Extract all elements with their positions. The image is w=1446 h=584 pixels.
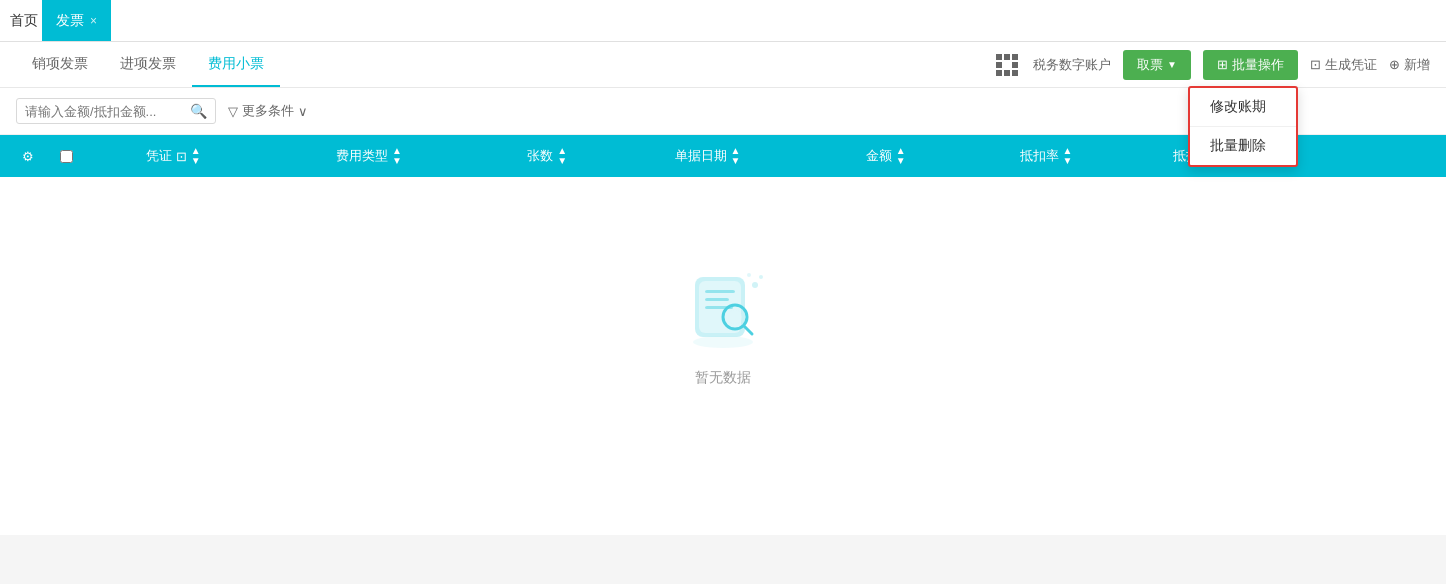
sub-nav-purchase[interactable]: 进项发票 xyxy=(104,42,192,87)
empty-illustration xyxy=(673,257,773,357)
search-input[interactable] xyxy=(25,104,190,119)
svg-rect-3 xyxy=(705,290,735,293)
sub-nav: 销项发票 进项发票 费用小票 税务数字账户 取票 ▼ ⊞ 批量操作 xyxy=(0,42,1446,88)
batch-op-button[interactable]: ⊞ 批量操作 xyxy=(1203,50,1298,80)
th-count: 张数 ▲▼ xyxy=(476,146,619,166)
invoice-tab-label: 发票 xyxy=(56,12,84,30)
add-button[interactable]: ⊕ 新增 xyxy=(1389,56,1430,74)
th-voucher: 凭证 ⊡ ▲▼ xyxy=(84,146,262,166)
more-filter-button[interactable]: ▽ 更多条件 ∨ xyxy=(228,102,308,120)
th-date: 单据日期 ▲▼ xyxy=(618,146,796,166)
invoice-tab-close[interactable]: × xyxy=(90,14,97,28)
sub-nav-expense[interactable]: 费用小票 xyxy=(192,42,280,87)
svg-point-0 xyxy=(693,336,753,348)
svg-point-9 xyxy=(752,282,758,288)
empty-state: 暂无数据 xyxy=(0,177,1446,427)
content-area: ⚙ 凭证 ⊡ ▲▼ 费用类型 ▲▼ 张数 ▲▼ 单据日期 ▲▼ 金额 ▲▼ 抵扣… xyxy=(0,135,1446,535)
toolbar-right: 税务数字账户 取票 ▼ ⊞ 批量操作 修改账期 批量删除 ⊡ 生成凭证 ⊕ 新增 xyxy=(993,50,1430,80)
tax-account-button[interactable]: 税务数字账户 xyxy=(1033,56,1111,74)
gen-voucher-button[interactable]: ⊡ 生成凭证 xyxy=(1310,56,1377,74)
modify-period-item[interactable]: 修改账期 xyxy=(1190,88,1296,126)
search-wrap: 🔍 xyxy=(16,98,216,124)
top-nav: 首页 发票 × xyxy=(0,0,1446,42)
th-amount: 金额 ▲▼ xyxy=(797,146,975,166)
svg-point-11 xyxy=(747,273,751,277)
svg-point-7 xyxy=(728,310,742,324)
batch-op-dropdown: 修改账期 批量删除 xyxy=(1188,86,1298,167)
svg-line-8 xyxy=(744,326,752,334)
th-expense-type: 费用类型 ▲▼ xyxy=(262,146,476,166)
empty-text: 暂无数据 xyxy=(695,369,751,387)
svg-rect-4 xyxy=(705,298,729,301)
svg-point-10 xyxy=(759,275,763,279)
sub-nav-sales[interactable]: 销项发票 xyxy=(16,42,104,87)
batch-op-wrapper: ⊞ 批量操作 修改账期 批量删除 xyxy=(1203,50,1298,80)
qr-icon[interactable] xyxy=(993,51,1021,79)
th-rate: 抵扣率 ▲▼ xyxy=(975,146,1118,166)
batch-delete-item[interactable]: 批量删除 xyxy=(1190,126,1296,165)
invoice-tab[interactable]: 发票 × xyxy=(42,0,111,41)
th-settings[interactable]: ⚙ xyxy=(8,149,48,164)
search-icon[interactable]: 🔍 xyxy=(190,103,207,119)
select-all-checkbox[interactable] xyxy=(60,150,73,163)
home-link[interactable]: 首页 xyxy=(10,12,38,30)
take-ticket-button[interactable]: 取票 ▼ xyxy=(1123,50,1191,80)
th-checkbox[interactable] xyxy=(48,150,84,163)
